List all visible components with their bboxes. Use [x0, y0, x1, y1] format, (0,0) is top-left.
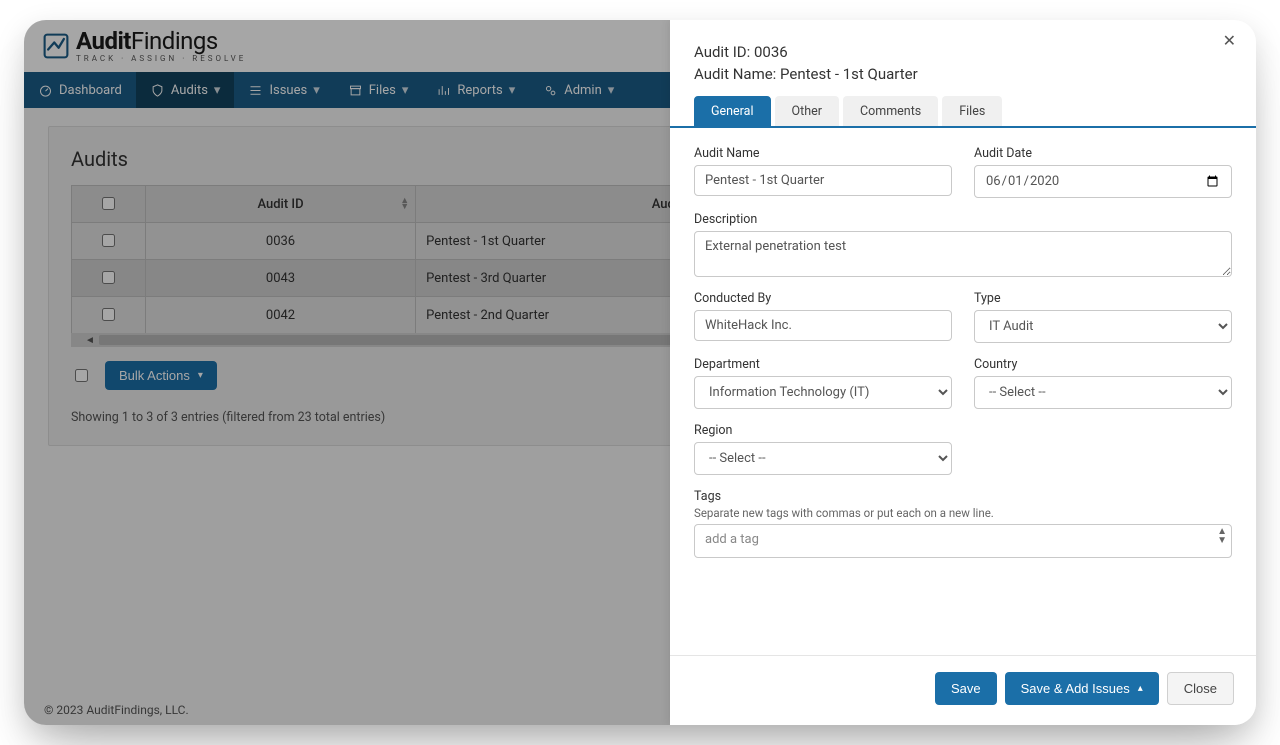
nav-issues[interactable]: Issues ▾ — [234, 72, 333, 108]
chevron-down-icon: ▾ — [608, 83, 615, 98]
shield-icon — [150, 83, 165, 98]
brand-name: AuditFindings — [76, 29, 246, 53]
nav-issues-label: Issues — [269, 83, 307, 98]
gears-icon — [543, 83, 558, 98]
panel-footer: Save Save & Add Issues▴ Close — [670, 655, 1256, 725]
chevron-down-icon: ▾ — [313, 83, 320, 98]
audit-date-label: Audit Date — [974, 146, 1232, 161]
audit-name-input[interactable] — [694, 165, 952, 196]
chevron-down-icon: ▾ — [402, 83, 409, 98]
chevron-down-icon: ▾ — [214, 83, 221, 98]
region-select[interactable]: -- Select -- — [694, 442, 952, 475]
nav-files-label: Files — [369, 83, 396, 98]
conducted-by-label: Conducted By — [694, 291, 952, 306]
list-icon — [248, 83, 263, 98]
nav-audits[interactable]: Audits ▾ — [136, 72, 235, 108]
tab-general[interactable]: General — [694, 96, 771, 126]
archive-icon — [348, 83, 363, 98]
tab-comments[interactable]: Comments — [843, 96, 938, 126]
region-label: Region — [694, 423, 952, 438]
chevron-down-icon: ▾ — [509, 83, 516, 98]
tab-other[interactable]: Other — [775, 96, 839, 126]
tags-stepper-icon[interactable]: ▲▼ — [1217, 527, 1227, 545]
cell-id: 0042 — [145, 297, 415, 334]
panel-header: Audit ID: 0036 Audit Name: Pentest - 1st… — [670, 20, 1256, 96]
nav-admin[interactable]: Admin ▾ — [529, 72, 628, 108]
tags-input[interactable]: add a tag ▲▼ — [694, 524, 1232, 558]
tab-files[interactable]: Files — [942, 96, 1002, 126]
close-button[interactable]: Close — [1167, 672, 1234, 705]
nav-reports-label: Reports — [457, 83, 502, 98]
chevron-down-icon: ▾ — [198, 370, 203, 381]
col-header-id[interactable]: Audit ID▲▼ — [145, 186, 415, 223]
department-label: Department — [694, 357, 952, 372]
audit-detail-panel: ✕ Audit ID: 0036 Audit Name: Pentest - 1… — [670, 20, 1256, 725]
audit-name-label: Audit Name — [694, 146, 952, 161]
select-all-checkbox[interactable] — [102, 197, 115, 210]
brand-tagline: TRACK · ASSIGN · RESOLVE — [76, 54, 246, 63]
bulk-select-checkbox[interactable] — [75, 369, 88, 382]
country-select[interactable]: -- Select -- — [974, 376, 1232, 409]
row-checkbox[interactable] — [102, 234, 115, 247]
country-label: Country — [974, 357, 1232, 372]
cell-id: 0036 — [145, 223, 415, 260]
nav-dashboard[interactable]: Dashboard — [24, 72, 136, 108]
close-icon[interactable]: ✕ — [1217, 30, 1242, 52]
audit-date-input[interactable] — [974, 165, 1232, 198]
nav-audits-label: Audits — [171, 83, 208, 98]
scroll-left-icon[interactable]: ◄ — [81, 335, 99, 346]
tags-hint: Separate new tags with commas or put eac… — [694, 506, 1232, 520]
logo-mark-icon — [42, 32, 70, 60]
conducted-by-input[interactable] — [694, 310, 952, 341]
nav-reports[interactable]: Reports ▾ — [422, 72, 529, 108]
nav-dashboard-label: Dashboard — [59, 83, 122, 98]
type-label: Type — [974, 291, 1232, 306]
description-textarea[interactable]: External penetration test — [694, 231, 1232, 277]
chart-icon — [436, 83, 451, 98]
description-label: Description — [694, 212, 1232, 227]
nav-admin-label: Admin — [564, 83, 602, 98]
brand-logo: AuditFindings TRACK · ASSIGN · RESOLVE — [42, 29, 246, 63]
save-button[interactable]: Save — [935, 672, 997, 705]
type-select[interactable]: IT Audit — [974, 310, 1232, 343]
bulk-actions-button[interactable]: Bulk Actions▾ — [105, 361, 217, 390]
save-and-add-issues-button[interactable]: Save & Add Issues▴ — [1005, 672, 1159, 705]
cell-id: 0043 — [145, 260, 415, 297]
tags-label: Tags — [694, 489, 1232, 504]
gauge-icon — [38, 83, 53, 98]
row-checkbox[interactable] — [102, 308, 115, 321]
row-checkbox[interactable] — [102, 271, 115, 284]
chevron-up-icon: ▴ — [1138, 683, 1143, 694]
department-select[interactable]: Information Technology (IT) — [694, 376, 952, 409]
panel-tabs: General Other Comments Files — [670, 96, 1256, 128]
nav-files[interactable]: Files ▾ — [334, 72, 423, 108]
